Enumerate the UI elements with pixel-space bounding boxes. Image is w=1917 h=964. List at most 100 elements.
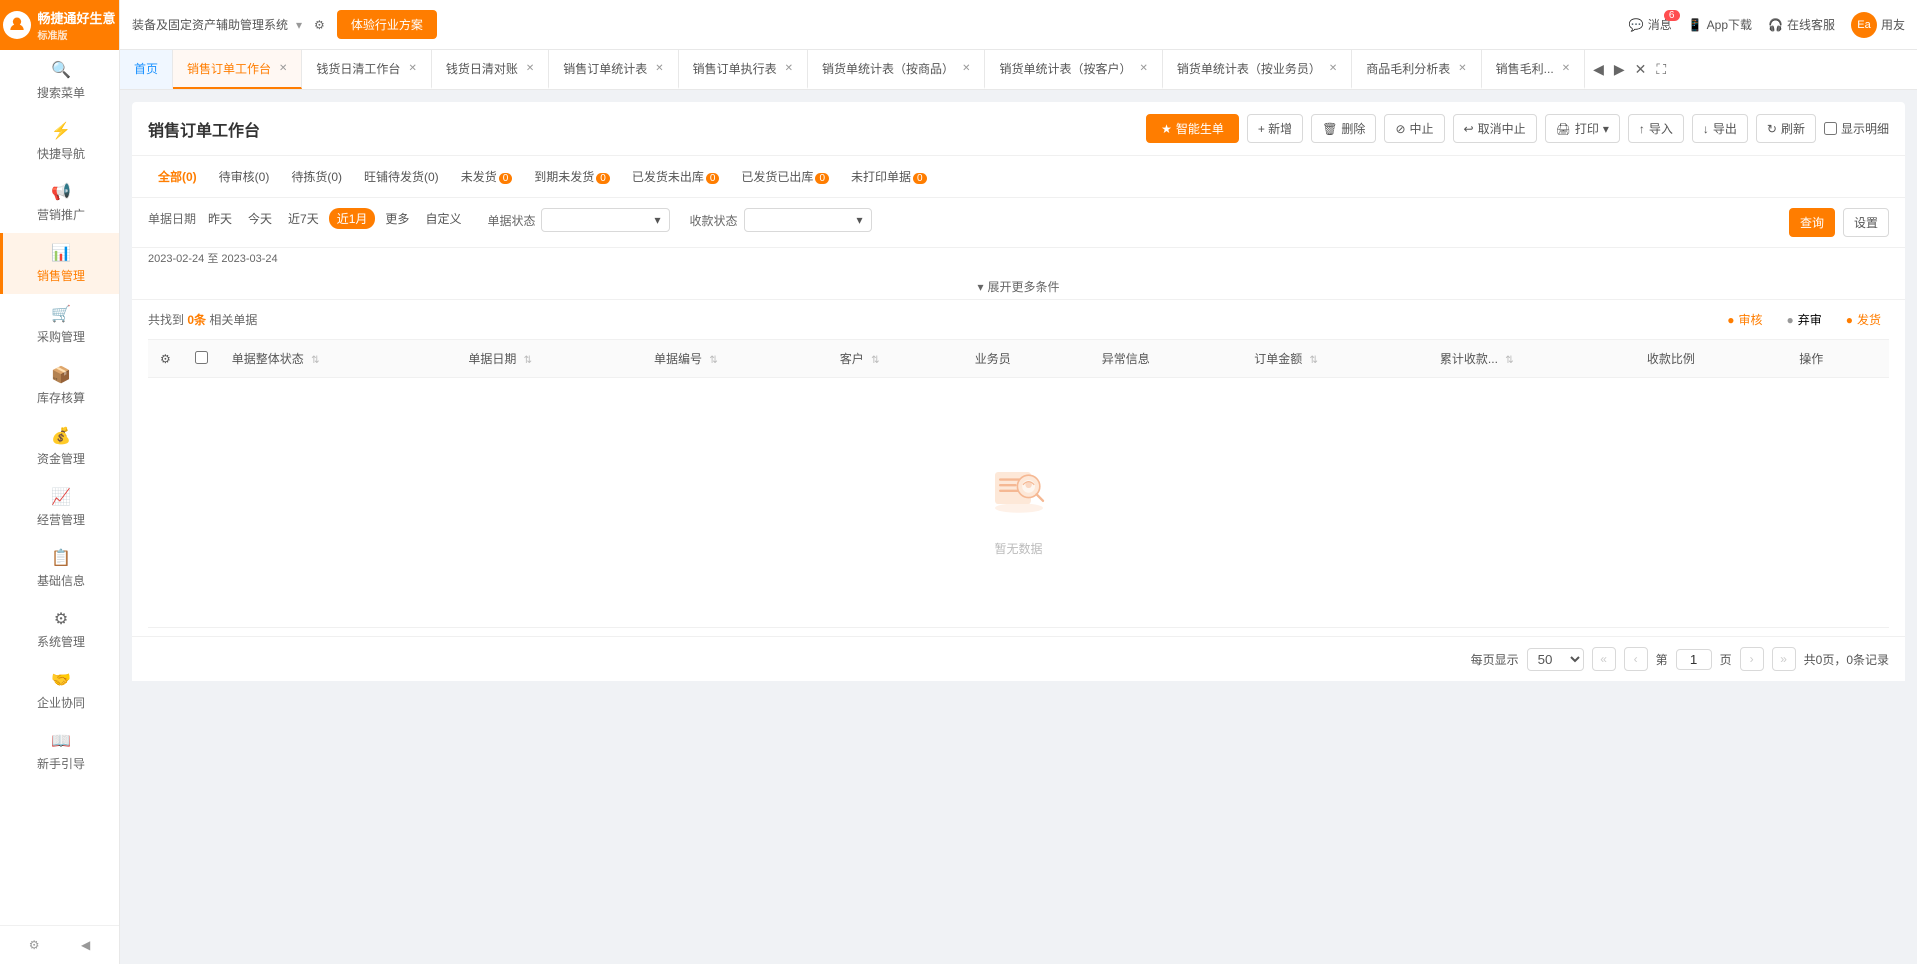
tab-sales-stats-customer[interactable]: 销货单统计表（按客户） ✕: [985, 50, 1162, 89]
table-scroll-area[interactable]: ⚙ 单据整体状态 ⇅ 单据日期 ⇅: [132, 339, 1905, 636]
query-btn[interactable]: 查询: [1789, 208, 1835, 237]
cancel-review-meta-btn[interactable]: ● 弃审: [1778, 308, 1829, 331]
delete-label: 删除: [1341, 120, 1365, 137]
settings-bottom-btn[interactable]: ⚙: [25, 934, 44, 956]
tab-sales-order-exec[interactable]: 销售订单执行表 ✕: [679, 50, 808, 89]
sidebar-item-inventory[interactable]: 📦 库存核算: [0, 355, 119, 416]
tab-close-btn[interactable]: ✕: [279, 63, 287, 74]
ship-meta-btn[interactable]: ● 发货: [1838, 308, 1889, 331]
first-page-btn[interactable]: «: [1592, 647, 1616, 671]
tab-sales-order-stats[interactable]: 销售订单统计表 ✕: [549, 50, 678, 89]
expand-filter-btn[interactable]: ▾ 展开更多条件: [977, 278, 1059, 295]
stop-btn[interactable]: ⊘ 中止: [1384, 114, 1444, 143]
tab-next-btn[interactable]: ▶: [1610, 57, 1629, 82]
sidebar-item-sales[interactable]: 📊 销售管理: [0, 233, 119, 294]
review-meta-btn[interactable]: ● 审核: [1719, 308, 1770, 331]
tab-close-btn[interactable]: ✕: [1562, 63, 1570, 74]
sidebar-item-guide[interactable]: 📖 新手引导: [0, 721, 119, 782]
refresh-btn[interactable]: ↻ 刷新: [1756, 114, 1816, 143]
date-btn-more[interactable]: 更多: [379, 208, 415, 229]
tab-cash-daily[interactable]: 钱货日清工作台 ✕: [302, 50, 431, 89]
add-btn[interactable]: + 新增: [1247, 114, 1303, 143]
tab-close-btn[interactable]: ✕: [1329, 63, 1337, 74]
print-btn[interactable]: 🖨 打印 ▾: [1545, 114, 1620, 143]
collection-select[interactable]: ▾: [744, 208, 872, 232]
tab-sales-stats-product[interactable]: 销货单统计表（按商品） ✕: [808, 50, 985, 89]
status-select[interactable]: ▾: [541, 208, 669, 232]
date-btn-1month[interactable]: 近1月: [329, 208, 376, 229]
sidebar-item-system[interactable]: ⚙ 系统管理: [0, 599, 119, 660]
tab-goods-margin[interactable]: 商品毛利分析表 ✕: [1352, 50, 1481, 89]
page-number-input[interactable]: [1676, 649, 1712, 670]
export-btn[interactable]: ↓ 导出: [1692, 114, 1748, 143]
filter-tab-pending-review[interactable]: 待审核(0): [209, 164, 280, 189]
tab-prev-btn[interactable]: ◀: [1589, 57, 1608, 82]
th-collected[interactable]: 累计收款... ⇅: [1428, 340, 1635, 378]
date-btn-7days[interactable]: 近7天: [282, 208, 325, 229]
sidebar-item-marketing[interactable]: 📢 营销推广: [0, 172, 119, 233]
sidebar-item-quick-nav[interactable]: ⚡ 快捷导航: [0, 111, 119, 172]
import-btn[interactable]: ↑ 导入: [1628, 114, 1684, 143]
date-btn-today[interactable]: 今天: [242, 208, 278, 229]
sidebar-item-purchase[interactable]: 🛒 采购管理: [0, 294, 119, 355]
sidebar-item-search[interactable]: 🔍 搜索菜单: [0, 50, 119, 111]
filter-tab-not-shipped[interactable]: 未发货0: [451, 164, 523, 189]
th-amount[interactable]: 订单金额 ⇅: [1242, 340, 1428, 378]
sidebar-item-basic-info[interactable]: 📋 基础信息: [0, 538, 119, 599]
th-customer[interactable]: 客户 ⇅: [828, 340, 963, 378]
tab-fullscreen-btn[interactable]: ⛶: [1652, 57, 1670, 82]
collapse-btn[interactable]: ◀: [77, 934, 94, 956]
filter-tab-pending-pickup[interactable]: 待拣货(0): [281, 164, 352, 189]
sidebar-item-label: 库存核算: [37, 389, 85, 406]
app-download-btn[interactable]: 📱 App下载: [1688, 16, 1752, 33]
tab-close-btn[interactable]: ✕: [526, 63, 534, 74]
tab-close-btn[interactable]: ✕: [1139, 63, 1147, 74]
filter-tab-not-printed[interactable]: 未打印单据0: [841, 164, 937, 189]
industry-solution-btn[interactable]: 体验行业方案: [337, 10, 437, 39]
tab-close-btn[interactable]: ✕: [785, 63, 793, 74]
page-size-select[interactable]: 50 10 20 100: [1527, 648, 1584, 671]
message-btn[interactable]: 💬 消息 6: [1629, 16, 1672, 33]
filter-tab-shipped-out[interactable]: 已发货已出库0: [731, 164, 839, 189]
th-number[interactable]: 单据编号 ⇅: [642, 340, 828, 378]
topbar-settings-btn[interactable]: ⚙: [310, 14, 329, 36]
select-all-checkbox[interactable]: [195, 351, 208, 364]
tab-close-btn[interactable]: ✕: [962, 63, 970, 74]
show-detail-input[interactable]: [1824, 122, 1837, 135]
online-service-btn[interactable]: 🎧 在线客服: [1768, 16, 1835, 33]
filter-tab-shipped-not-out[interactable]: 已发货未出库0: [622, 164, 730, 189]
filter-tab-all[interactable]: 全部(0): [148, 164, 207, 189]
th-status[interactable]: 单据整体状态 ⇅: [220, 340, 457, 378]
th-date[interactable]: 单据日期 ⇅: [456, 340, 642, 378]
tab-label: 销售订单执行表: [693, 60, 777, 77]
tab-home[interactable]: 首页: [120, 50, 173, 89]
tab-close-all-btn[interactable]: ✕: [1631, 57, 1651, 82]
tab-sales-more[interactable]: 销售毛利... ✕: [1482, 50, 1585, 89]
delete-btn[interactable]: 🗑 删除: [1311, 114, 1376, 143]
next-page-btn[interactable]: ›: [1740, 647, 1764, 671]
tab-sales-stats-staff[interactable]: 销货单统计表（按业务员） ✕: [1163, 50, 1352, 89]
sidebar-item-finance[interactable]: 💰 资金管理: [0, 416, 119, 477]
show-detail-checkbox[interactable]: 显示明细: [1824, 120, 1889, 137]
tab-cash-reconcile[interactable]: 钱货日清对账 ✕: [432, 50, 549, 89]
th-staff[interactable]: 业务员: [963, 340, 1090, 378]
tab-sales-order-workspace[interactable]: 销售订单工作台 ✕: [173, 50, 302, 89]
date-btn-custom[interactable]: 自定义: [419, 208, 467, 229]
expand-icon: ▾: [977, 280, 983, 294]
user-menu-btn[interactable]: Ea 用友: [1851, 12, 1905, 38]
last-page-btn[interactable]: »: [1772, 647, 1796, 671]
th-abnormal[interactable]: 异常信息: [1090, 340, 1242, 378]
filter-tab-overdue[interactable]: 到期未发货0: [524, 164, 620, 189]
date-btn-yesterday[interactable]: 昨天: [202, 208, 238, 229]
tab-close-btn[interactable]: ✕: [408, 63, 416, 74]
tab-close-btn[interactable]: ✕: [1458, 63, 1466, 74]
tab-close-btn[interactable]: ✕: [655, 63, 663, 74]
sidebar-item-operations[interactable]: 📈 经营管理: [0, 477, 119, 538]
smart-generate-btn[interactable]: ★ 智能生单: [1146, 114, 1239, 143]
sidebar-item-enterprise[interactable]: 🤝 企业协同: [0, 660, 119, 721]
cancel-stop-btn[interactable]: ↩ 取消中止: [1453, 114, 1537, 143]
filter-tab-wangpu-pending[interactable]: 旺铺待发货(0): [354, 164, 449, 189]
settings-filter-btn[interactable]: 设置: [1843, 208, 1889, 237]
config-icon[interactable]: ⚙: [160, 352, 171, 366]
prev-page-btn[interactable]: ‹: [1624, 647, 1648, 671]
